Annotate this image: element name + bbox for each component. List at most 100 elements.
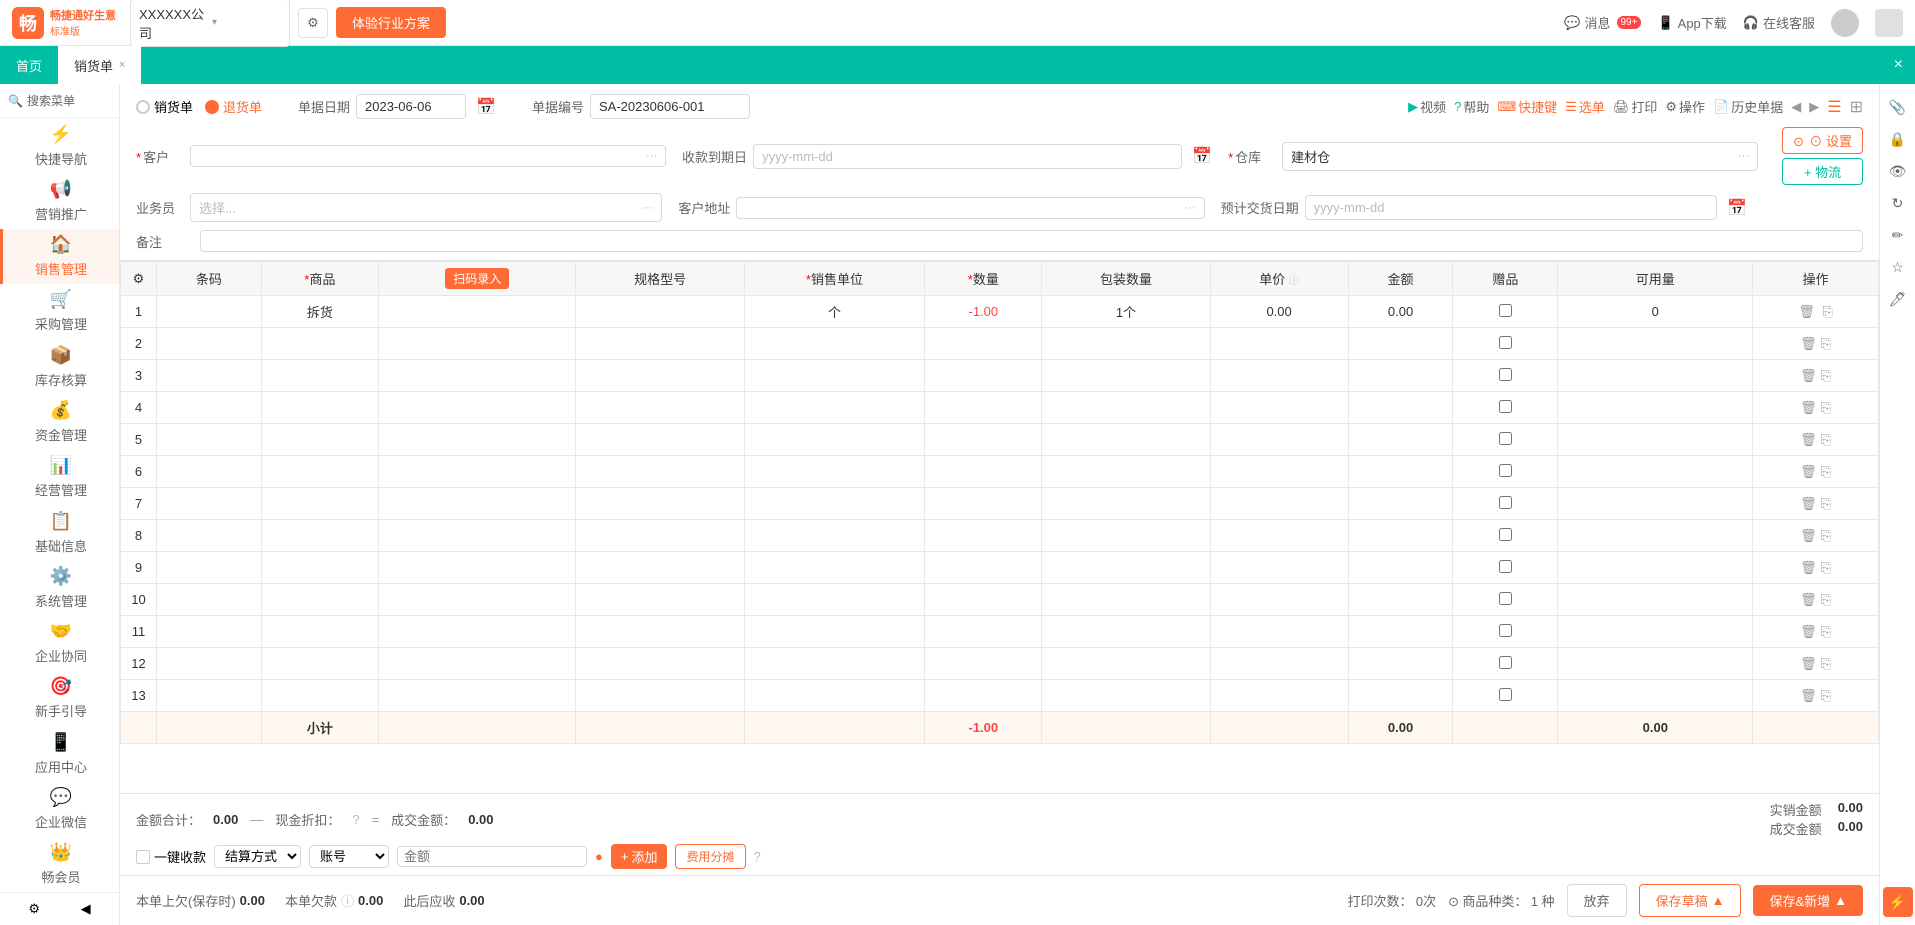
- cell-barcode[interactable]: [157, 424, 262, 456]
- cell-barcode[interactable]: [157, 552, 262, 584]
- shortcut-button[interactable]: ⌨ 快捷键: [1497, 97, 1557, 116]
- sidebar-item-operations[interactable]: 📊 经营管理: [0, 450, 119, 505]
- cell-barcode[interactable]: [157, 360, 262, 392]
- cell-unit[interactable]: [744, 424, 925, 456]
- gift-checkbox[interactable]: [1499, 592, 1512, 605]
- cell-gift[interactable]: [1453, 360, 1558, 392]
- cell-unit-price[interactable]: [1210, 616, 1348, 648]
- save-draft-button[interactable]: 保存草稿 ▲: [1639, 884, 1742, 917]
- copy-icon[interactable]: ⎘: [1821, 528, 1831, 543]
- sidebar-item-sales[interactable]: 🏠 销售管理: [0, 229, 119, 284]
- copy-icon[interactable]: ⎘: [1821, 368, 1831, 383]
- cell-unit-price[interactable]: [1210, 456, 1348, 488]
- cell-unit[interactable]: [744, 360, 925, 392]
- delete-icon[interactable]: 🗑: [1800, 592, 1817, 607]
- cell-pkg-qty[interactable]: [1042, 552, 1210, 584]
- fee-help-icon[interactable]: ?: [754, 849, 761, 864]
- cell-qty[interactable]: [925, 584, 1042, 616]
- gift-checkbox[interactable]: [1499, 528, 1512, 541]
- cell-qty[interactable]: [925, 424, 1042, 456]
- cell-qty[interactable]: [925, 680, 1042, 712]
- gift-checkbox[interactable]: [1499, 368, 1512, 381]
- cell-action[interactable]: 🗑⎘: [1753, 584, 1879, 616]
- cell-amount[interactable]: 0.00: [1348, 296, 1453, 328]
- cell-action[interactable]: 🗑⎘: [1753, 680, 1879, 712]
- cell-gift[interactable]: [1453, 392, 1558, 424]
- cell-action[interactable]: 🗑⎘: [1753, 552, 1879, 584]
- cell-unit[interactable]: 个: [744, 296, 925, 328]
- cell-product[interactable]: [261, 616, 378, 648]
- cell-spec[interactable]: [576, 648, 744, 680]
- fee-split-button[interactable]: 费用分摊: [675, 844, 745, 869]
- cell-amount[interactable]: [1348, 648, 1453, 680]
- copy-icon[interactable]: ⎘: [1821, 624, 1831, 639]
- cell-pkg-qty[interactable]: [1042, 616, 1210, 648]
- radio-sale-order[interactable]: 销货单: [136, 97, 193, 116]
- cell-qty[interactable]: [925, 328, 1042, 360]
- date-input[interactable]: 2023-06-06: [356, 94, 466, 119]
- settings-icon[interactable]: ⚙: [298, 8, 328, 38]
- cell-spec[interactable]: [576, 552, 744, 584]
- dots-icon[interactable]: ●: [595, 849, 603, 864]
- gift-checkbox[interactable]: [1499, 496, 1512, 509]
- scan-button[interactable]: 扫码录入: [445, 268, 509, 289]
- cell-qty[interactable]: [925, 456, 1042, 488]
- account-select[interactable]: 账号: [309, 845, 389, 868]
- docno-input[interactable]: SA-20230606-001: [590, 94, 750, 119]
- copy-icon[interactable]: ⎘: [1821, 688, 1831, 703]
- cell-product[interactable]: [261, 456, 378, 488]
- cell-barcode[interactable]: [157, 616, 262, 648]
- sidebar-item-quick-nav[interactable]: ⚡ 快捷导航: [0, 118, 119, 173]
- cell-product[interactable]: 拆货: [261, 296, 378, 328]
- cell-gift[interactable]: [1453, 648, 1558, 680]
- user-menu-icon[interactable]: [1875, 9, 1903, 37]
- cell-unit[interactable]: [744, 488, 925, 520]
- cell-action[interactable]: 🗑⎘: [1753, 328, 1879, 360]
- sidebar-item-inventory[interactable]: 📦 库存核算: [0, 339, 119, 394]
- cell-pkg-qty[interactable]: [1042, 520, 1210, 552]
- delete-icon[interactable]: 🗑: [1800, 656, 1817, 671]
- sidebar-item-wechat[interactable]: 💬 企业微信: [0, 781, 119, 836]
- cell-gift[interactable]: [1453, 552, 1558, 584]
- payment-date-input[interactable]: yyyy-mm-dd: [753, 144, 1182, 169]
- cell-barcode[interactable]: [157, 296, 262, 328]
- sidebar-item-purchase[interactable]: 🛒 采购管理: [0, 284, 119, 339]
- copy-icon[interactable]: ⎘: [1821, 432, 1831, 447]
- copy-icon[interactable]: ⎘: [1821, 560, 1831, 575]
- cell-unit-price[interactable]: [1210, 584, 1348, 616]
- delete-icon[interactable]: 🗑: [1800, 496, 1817, 511]
- cell-action[interactable]: 🗑⎘: [1753, 392, 1879, 424]
- cell-product[interactable]: [261, 360, 378, 392]
- copy-icon[interactable]: ⎘: [1821, 592, 1831, 607]
- cell-unit-price[interactable]: [1210, 552, 1348, 584]
- cell-barcode[interactable]: [157, 392, 262, 424]
- delete-icon[interactable]: 🗑: [1798, 304, 1815, 319]
- gift-checkbox[interactable]: [1499, 400, 1512, 413]
- cell-pkg-qty[interactable]: [1042, 488, 1210, 520]
- cell-unit[interactable]: [744, 616, 925, 648]
- avatar[interactable]: [1831, 9, 1859, 37]
- cell-product[interactable]: [261, 584, 378, 616]
- copy-icon[interactable]: ⎘: [1821, 496, 1831, 511]
- cell-spec[interactable]: [576, 680, 744, 712]
- gift-checkbox[interactable]: [1499, 336, 1512, 349]
- tab-home[interactable]: 首页: [0, 46, 58, 84]
- cell-spec[interactable]: [576, 360, 744, 392]
- cell-spec[interactable]: [576, 328, 744, 360]
- cell-unit-price[interactable]: 0.00: [1210, 296, 1348, 328]
- cell-gift[interactable]: [1453, 424, 1558, 456]
- cell-unit[interactable]: [744, 552, 925, 584]
- cell-pkg-qty[interactable]: [1042, 424, 1210, 456]
- delete-icon[interactable]: 🗑: [1800, 432, 1817, 447]
- cell-qty[interactable]: [925, 552, 1042, 584]
- cell-pkg-qty[interactable]: [1042, 584, 1210, 616]
- prev-icon[interactable]: ◀: [1791, 99, 1801, 115]
- cell-product[interactable]: [261, 488, 378, 520]
- cell-spec[interactable]: [576, 392, 744, 424]
- online-service-button[interactable]: 🎧 在线客服: [1743, 13, 1815, 32]
- cell-action[interactable]: 🗑⎘: [1753, 424, 1879, 456]
- delete-icon[interactable]: 🗑: [1800, 464, 1817, 479]
- cell-unit-price[interactable]: [1210, 424, 1348, 456]
- col-settings[interactable]: ⚙: [121, 262, 157, 296]
- col-scan[interactable]: 扫码录入: [379, 262, 576, 296]
